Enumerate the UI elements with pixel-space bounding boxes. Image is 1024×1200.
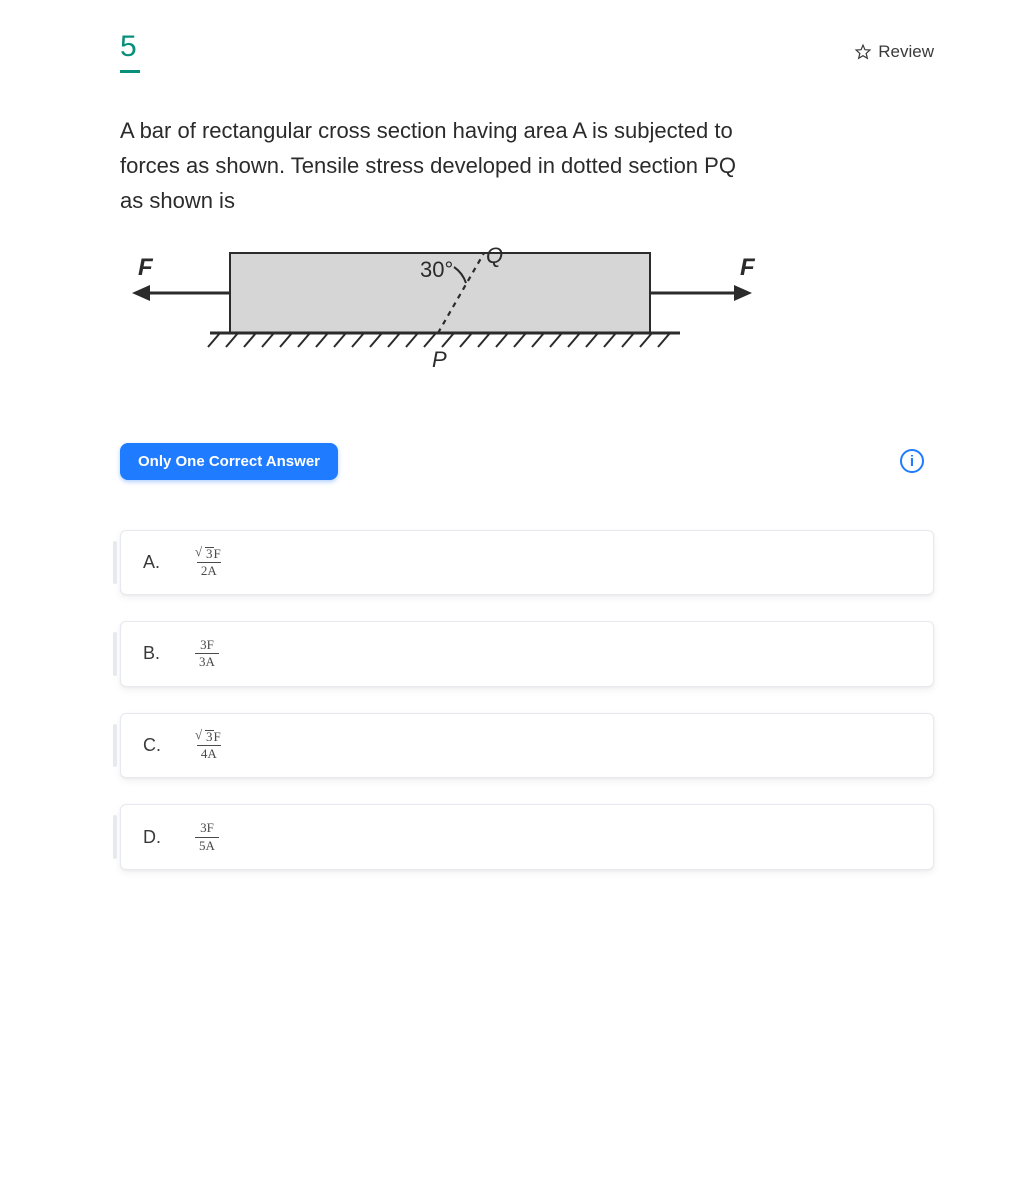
option-d[interactable]: D. 3F 5A bbox=[120, 804, 934, 870]
review-label: Review bbox=[878, 42, 934, 62]
info-icon[interactable]: i bbox=[900, 449, 924, 473]
diagram-label-right-force: F bbox=[740, 254, 756, 281]
diagram-label-angle: 30° bbox=[420, 257, 453, 282]
diagram-label-p: P bbox=[432, 347, 447, 372]
option-a[interactable]: A. 3F 2A bbox=[120, 530, 934, 596]
options-list: A. 3F 2A B. 3F 3A C. 3F 4A D. 3F 5A bbox=[120, 530, 934, 870]
option-letter: A. bbox=[143, 552, 167, 573]
option-formula: 3F 5A bbox=[195, 821, 219, 853]
review-button[interactable]: Review bbox=[854, 42, 934, 62]
question-diagram: F F 30° Q P bbox=[120, 233, 934, 393]
option-letter: C. bbox=[143, 735, 167, 756]
diagram-label-q: Q bbox=[486, 243, 503, 268]
option-letter: D. bbox=[143, 827, 167, 848]
question-text: A bar of rectangular cross section havin… bbox=[120, 113, 760, 219]
option-formula: 3F 2A bbox=[195, 547, 223, 579]
option-c[interactable]: C. 3F 4A bbox=[120, 713, 934, 779]
option-letter: B. bbox=[143, 643, 167, 664]
option-b[interactable]: B. 3F 3A bbox=[120, 621, 934, 687]
option-formula: 3F 3A bbox=[195, 638, 219, 670]
answer-type-badge: Only One Correct Answer bbox=[120, 443, 338, 480]
diagram-label-left-force: F bbox=[138, 254, 154, 281]
question-header: 5 Review bbox=[120, 30, 934, 73]
star-icon bbox=[854, 43, 872, 61]
question-number: 5 bbox=[120, 30, 140, 73]
option-formula: 3F 4A bbox=[195, 730, 223, 762]
